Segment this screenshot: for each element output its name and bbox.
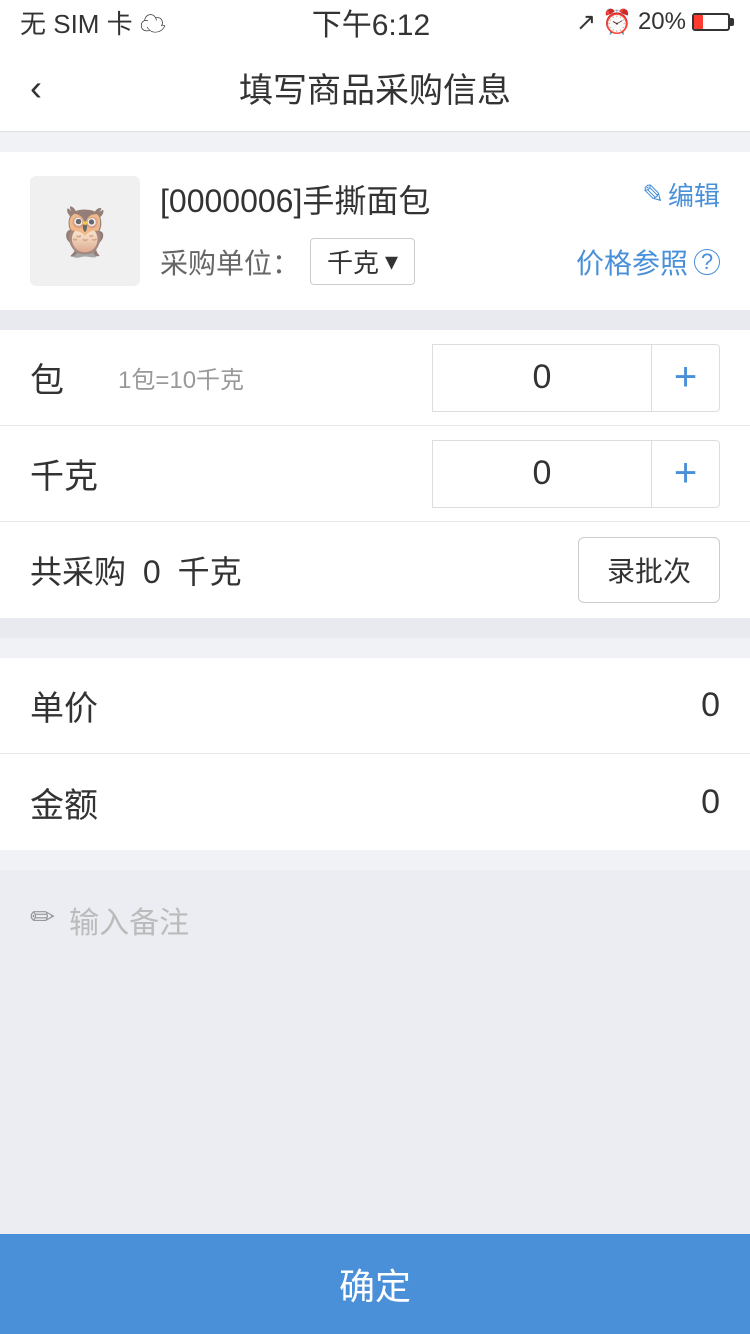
edit-button[interactable]: ✎ 编辑 — [642, 176, 720, 213]
input-section: 包 1包=10千克 + 千克 + — [0, 330, 750, 522]
product-info: [0000006]手撕面包 ✎ 编辑 采购单位： 千克 ▾ 价格参照 ? — [160, 176, 720, 285]
price-ref-label: 价格参照 — [576, 242, 688, 282]
product-header: [0000006]手撕面包 ✎ 编辑 — [160, 176, 720, 222]
total-unit: 千克 — [178, 554, 242, 590]
battery-icon — [692, 13, 730, 31]
no-sim-label: 无 SIM 卡 ☁ — [20, 4, 166, 41]
battery-percent: 20% — [638, 8, 686, 36]
amount-label: 金额 — [30, 778, 98, 827]
dropdown-arrow-icon: ▾ — [385, 246, 398, 277]
bao-label: 包 — [30, 353, 110, 402]
kg-plus-button[interactable]: + — [652, 440, 720, 508]
product-unit-row: 采购单位： 千克 ▾ 价格参照 ? — [160, 238, 720, 285]
product-image: 🦉 — [30, 176, 140, 286]
price-reference-button[interactable]: 价格参照 ? — [576, 242, 720, 282]
status-bar: 无 SIM 卡 ☁ 下午6:12 ↗ ⏰ 20% — [0, 0, 750, 44]
nav-bar: ‹ 填写商品采购信息 — [0, 44, 750, 132]
edit-icon: ✎ — [642, 179, 664, 210]
total-amount: 0 — [143, 554, 161, 590]
unit-price-row: 单价 0 — [0, 658, 750, 754]
status-right: ↗ ⏰ 20% — [576, 8, 730, 37]
product-name: [0000006]手撕面包 — [160, 176, 430, 222]
amount-row: 金额 0 — [0, 754, 750, 850]
unit-label: 采购单位： — [160, 242, 300, 282]
product-title: 手撕面包 — [302, 183, 430, 219]
pencil-icon: ✏ — [30, 900, 55, 935]
kg-label: 千克 — [30, 449, 110, 498]
kg-input-row: 千克 + — [0, 426, 750, 522]
alarm-icon: ⏰ — [602, 8, 632, 37]
product-logo-icon: 🦉 — [55, 203, 115, 260]
status-time: 下午6:12 — [312, 0, 430, 44]
remark-placeholder: 输入备注 — [69, 898, 189, 942]
bao-number-input[interactable] — [432, 344, 652, 412]
section-divider-2 — [0, 618, 750, 638]
bao-input-right: + — [432, 344, 720, 412]
price-ref-help-icon: ? — [694, 249, 720, 275]
status-left: 无 SIM 卡 ☁ — [20, 4, 166, 41]
page-title: 填写商品采购信息 — [239, 63, 511, 112]
kg-input-right: + — [432, 440, 720, 508]
section-divider-1 — [0, 310, 750, 330]
detail-section: 单价 0 金额 0 — [0, 658, 750, 850]
amount-value: 0 — [701, 783, 720, 822]
kg-number-input[interactable] — [432, 440, 652, 508]
unit-price-value: 0 — [701, 686, 720, 725]
unit-dropdown[interactable]: 千克 ▾ — [310, 238, 415, 285]
unit-value: 千克 — [327, 243, 379, 280]
bao-input-row: 包 1包=10千克 + — [0, 330, 750, 426]
total-text: 共采购 0 千克 — [30, 547, 242, 593]
product-id: [0000006] — [160, 183, 302, 219]
total-prefix: 共采购 — [30, 554, 126, 590]
remark-section[interactable]: ✏ 输入备注 — [0, 870, 750, 990]
product-card: 🦉 [0000006]手撕面包 ✎ 编辑 采购单位： 千克 ▾ 价格参照 ? — [0, 152, 750, 310]
back-button[interactable]: ‹ — [20, 57, 52, 119]
bao-plus-button[interactable]: + — [652, 344, 720, 412]
bao-sublabel: 1包=10千克 — [118, 360, 244, 395]
unit-price-label: 单价 — [30, 681, 98, 730]
batch-button[interactable]: 录批次 — [578, 537, 720, 603]
location-icon: ↗ — [576, 8, 596, 37]
confirm-button[interactable]: 确定 — [0, 1234, 750, 1334]
total-row: 共采购 0 千克 录批次 — [0, 522, 750, 618]
